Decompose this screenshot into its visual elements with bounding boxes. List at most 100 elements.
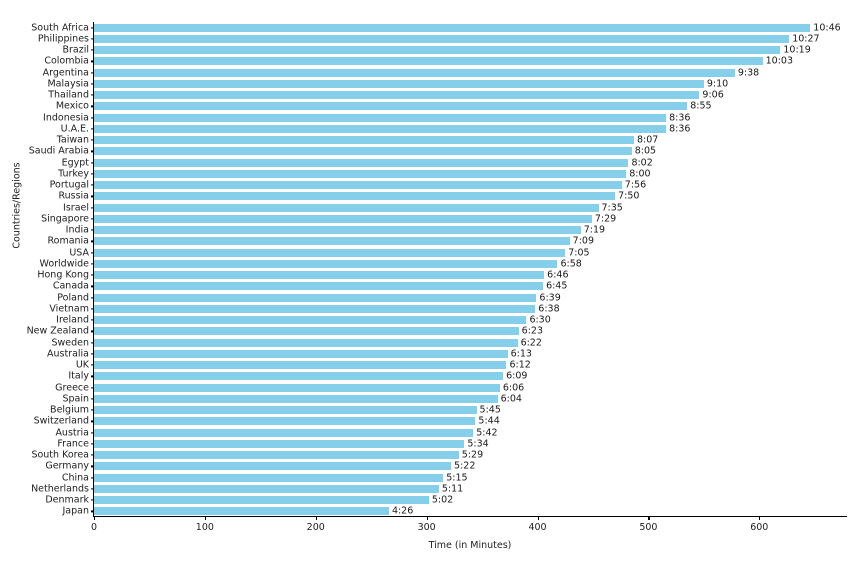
bar-row: U.A.E. 8:36 [61,123,847,135]
bar-value-label: 6:45 [546,280,568,292]
bar-value-label: 6:09 [506,370,528,382]
category-label: Russia [58,190,89,202]
category-label: Turkey [58,168,89,180]
category-label: Greece [55,382,89,394]
category-label: Portugal [49,179,89,191]
bar-value-label: 6:13 [510,348,532,360]
category-label: China [61,472,89,484]
bar [94,338,518,347]
category-label: Poland [57,292,89,304]
bar [94,91,700,100]
bar [94,46,781,55]
bar [94,237,570,246]
x-axis-tick [94,516,96,520]
bar-row: Italy 6:09 [68,370,847,382]
bar [94,259,558,268]
bar [94,428,474,437]
bar [94,136,634,145]
bar [94,406,477,415]
bar [94,507,389,516]
bar-row: Canada 6:45 [53,280,847,292]
bar-row: Spain 6:04 [62,393,847,404]
category-label: Argentina [42,67,89,79]
bar-value-label: 7:09 [572,235,595,247]
bar-row: Israel 7:35 [63,202,847,214]
x-axis-tick-label: 100 [195,522,214,533]
bar [94,147,632,156]
bar-value-label: 5:45 [479,404,501,416]
category-label: New Zealand [26,325,89,337]
category-label: Australia [46,348,89,360]
category-label: Mexico [55,100,89,112]
bar [94,316,527,325]
category-label: Worldwide [39,258,89,270]
bar-value-label: 10:27 [792,33,820,45]
category-label: Israel [63,202,89,214]
bar-value-label: 5:02 [431,494,454,506]
bar-value-label: 6:06 [502,382,525,394]
category-label: France [57,438,89,450]
bar-value-label: 10:46 [813,22,841,34]
category-label: South Korea [31,449,89,461]
bar-value-label: 6:30 [529,314,551,326]
category-label: Saudi Arabia [28,145,89,157]
category-label: Austria [55,427,89,439]
x-axis-tick-label: 0 [90,522,98,533]
category-label: Japan [62,505,90,517]
bar-value-label: 7:35 [601,202,623,214]
bar [94,417,476,426]
category-label: Singapore [41,213,89,225]
category-label: Belgium [50,404,89,416]
category-label: Canada [52,280,89,292]
category-label: Germany [45,460,89,472]
bar-row: South Africa 10:46 [31,22,847,34]
bar-row: Poland 6:39 [57,292,847,304]
x-axis-tick-label: 200 [306,522,325,533]
bar [94,124,667,133]
x-axis-tick [537,516,539,520]
bar [94,282,544,291]
bar-value-label: 8:02 [631,157,653,169]
category-label: South Africa [31,22,89,34]
category-label: Indonesia [43,112,89,124]
bar-row: Saudi Arabia 8:05 [29,146,847,157]
bar-value-label: 10:19 [783,44,811,56]
bar-value-label: 8:07 [636,134,659,146]
bar [94,439,465,448]
bar [94,293,537,302]
bar-row: Greece 6:06 [55,382,847,394]
bar-row: Denmark 5:02 [45,494,847,506]
bar-value-label: 5:29 [461,449,484,461]
bar [94,113,667,122]
bar [94,383,500,392]
bar [94,462,452,471]
bar [94,214,592,223]
bar-value-label: 7:50 [618,190,640,202]
bar [94,248,566,257]
category-label: UK [75,359,89,371]
bar [94,226,581,235]
bar [94,484,439,493]
bar-row: China 5:15 [62,472,847,483]
bar-value-label: 6:58 [560,258,582,270]
bar-row: Romania 7:09 [47,235,847,247]
category-label: Sweden [51,337,89,349]
bar-value-label: 8:55 [690,100,712,112]
bar-value-label: 8:36 [669,123,691,135]
category-label: Romania [47,235,89,247]
x-axis-tick [759,516,761,520]
category-label: Thailand [48,89,89,101]
bar-row: Singapore 7:29 [41,213,847,224]
bar [94,372,504,381]
bar-value-label: 6:39 [539,292,561,304]
category-label: U.A.E. [60,123,89,135]
bar-row: Brazil 10:19 [62,44,847,56]
bar [94,169,627,178]
bar-row: Switzerland 5:44 [34,416,847,427]
x-axis-tick-label: 600 [750,522,769,533]
category-label: Vietnam [49,303,89,315]
category-label: Colombia [44,55,89,67]
category-label: Netherlands [31,483,89,495]
bar-value-label: 6:46 [547,269,569,281]
bar-value-label: 5:11 [441,483,464,495]
